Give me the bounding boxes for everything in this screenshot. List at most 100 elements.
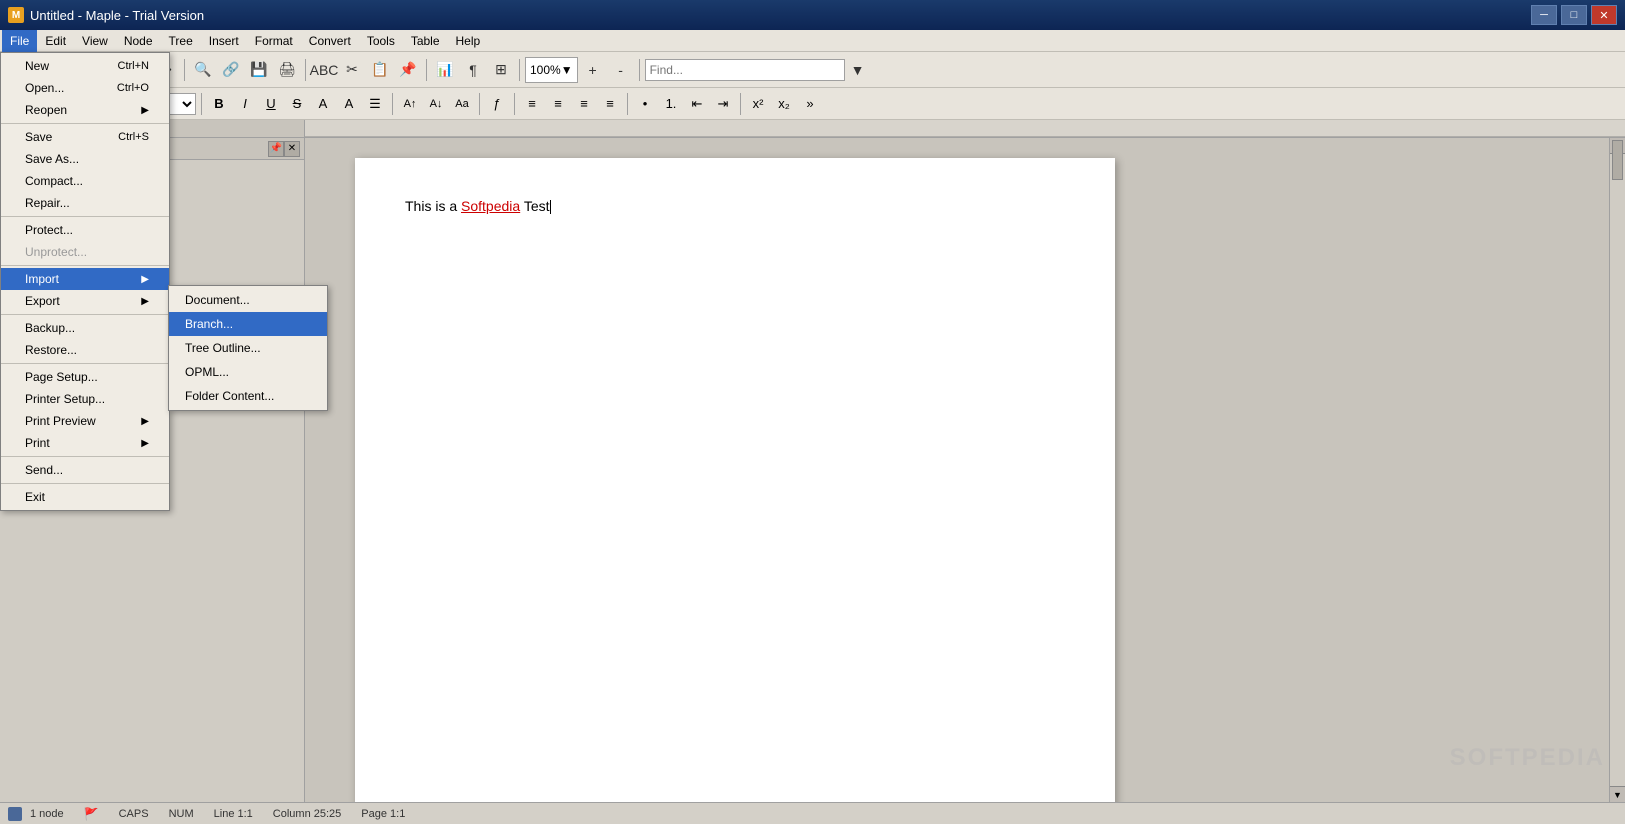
menu-print[interactable]: Print ▶ [1,432,169,454]
menu-format[interactable]: Format [247,30,301,52]
menu-new[interactable]: New Ctrl+N [1,55,169,77]
align-right-btn[interactable]: ≡ [572,92,596,116]
strikethrough-btn[interactable]: S [285,92,309,116]
menu-view[interactable]: View [74,30,116,52]
scrollbar-thumb[interactable] [1612,140,1623,180]
menu-tools[interactable]: Tools [359,30,403,52]
toolbar-table-btn[interactable]: ⊞ [488,57,514,83]
zoom-dropdown[interactable]: 100% ▼ [525,57,578,83]
bullet-list-btn[interactable]: • [633,92,657,116]
toolbar-view-btn[interactable]: 📊 [432,57,458,83]
font-grow-btn[interactable]: A↑ [398,92,422,116]
font-shrink-btn[interactable]: A↓ [424,92,448,116]
toolbar-spell-btn[interactable]: ABC [311,57,337,83]
subscript-btn[interactable]: x₂ [772,92,796,116]
editor-area[interactable]: ▲ ▼ This is a Softpedia Test SOFTPEDIA [305,138,1625,802]
scroll-down-btn[interactable]: ▼ [1610,786,1625,802]
align-justify-btn[interactable]: ≡ [598,92,622,116]
highlight-color-btn[interactable]: A [311,92,335,116]
import-tree-outline[interactable]: Tree Outline... [169,336,327,360]
menu-save[interactable]: Save Ctrl+S [1,126,169,148]
menu-open[interactable]: Open... Ctrl+O [1,77,169,99]
numbered-list-btn[interactable]: 1. [659,92,683,116]
menu-export[interactable]: Export ▶ [1,290,169,312]
menu-restore[interactable]: Restore... [1,339,169,361]
sep5 [519,59,520,81]
num-indicator: NUM [169,808,194,820]
import-document[interactable]: Document... [169,288,327,312]
find-input[interactable] [645,59,845,81]
menu-exit[interactable]: Exit [1,486,169,508]
panel-pin-btn[interactable]: 📌 [268,141,284,157]
menu-tree[interactable]: Tree [161,30,201,52]
flag-icon: 🚩 [84,807,99,821]
panel-close-btn[interactable]: ✕ [284,141,300,157]
page-indicator: Page 1:1 [361,808,405,820]
node-indicator [8,807,22,821]
menu-page-setup[interactable]: Page Setup... [1,366,169,388]
toolbar-paragraph-btn[interactable]: ¶ [460,57,486,83]
menu-file[interactable]: File [2,30,37,52]
toolbar-search-btn[interactable]: 🔍 [190,57,216,83]
toolbar-print-btn[interactable]: 🖨 [274,57,300,83]
menu-edit[interactable]: Edit [37,30,74,52]
outdent-btn[interactable]: ⇤ [685,92,709,116]
scrollbar-right[interactable]: ▲ ▼ [1609,138,1625,802]
toolbar-save-btn[interactable]: 💾 [246,57,272,83]
import-folder-content[interactable]: Folder Content... [169,384,327,408]
align-left-btn[interactable]: ≡ [520,92,544,116]
menu-unprotect[interactable]: Unprotect... [1,241,169,263]
menu-table[interactable]: Table [403,30,448,52]
menu-protect[interactable]: Protect... [1,219,169,241]
close-button[interactable]: ✕ [1591,5,1617,25]
underline-btn[interactable]: U [259,92,283,116]
menu-send[interactable]: Send... [1,459,169,481]
page-content[interactable]: This is a Softpedia Test [355,158,1115,254]
formula-btn[interactable]: ƒ [485,92,509,116]
menu-compact[interactable]: Compact... [1,170,169,192]
menu-node[interactable]: Node [116,30,161,52]
toolbar-copy-btn[interactable]: 📋 [367,57,393,83]
maximize-button[interactable]: □ [1561,5,1587,25]
toolbar-zoom-out-btn[interactable]: - [608,57,634,83]
indent-btn[interactable]: ⇥ [711,92,735,116]
toolbar-zoom-in-btn[interactable]: + [580,57,606,83]
minimize-button[interactable]: ─ [1531,5,1557,25]
sep-b [1,216,169,217]
bold-btn[interactable]: B [207,92,231,116]
menu-printer-setup[interactable]: Printer Setup... [1,388,169,410]
menu-save-as[interactable]: Save As... [1,148,169,170]
case-btn[interactable]: Aa [450,92,474,116]
text-cursor [550,200,551,214]
toolbar-cut-btn[interactable]: ✂ [339,57,365,83]
sep10 [514,93,515,115]
italic-btn[interactable]: I [233,92,257,116]
toolbar-link-btn[interactable]: 🔗 [218,57,244,83]
zoom-chevron: ▼ [561,63,573,77]
document-page: This is a Softpedia Test [355,158,1115,802]
menu-repair[interactable]: Repair... [1,192,169,214]
import-opml[interactable]: OPML... [169,360,327,384]
sep3 [305,59,306,81]
superscript-btn[interactable]: x² [746,92,770,116]
import-submenu-dropdown: Document... Branch... Tree Outline... OP… [168,285,328,411]
more-btn[interactable]: » [798,92,822,116]
find-options-btn[interactable]: ▼ [845,57,871,83]
style-btn[interactable]: ☰ [363,92,387,116]
align-center-btn[interactable]: ≡ [546,92,570,116]
text-before-softpedia: This is a [405,198,461,214]
menu-backup[interactable]: Backup... [1,317,169,339]
menu-convert[interactable]: Convert [301,30,359,52]
menu-reopen[interactable]: Reopen ▶ [1,99,169,121]
menu-insert[interactable]: Insert [201,30,247,52]
format-toolbar: 11 B I U S A A ☰ A↑ A↓ Aa ƒ ≡ ≡ ≡ ≡ • 1.… [0,88,1625,120]
font-color-btn[interactable]: A [337,92,361,116]
toolbar-paste-btn[interactable]: 📌 [395,57,421,83]
import-branch[interactable]: Branch... [169,312,327,336]
menu-help[interactable]: Help [448,30,489,52]
sep11 [627,93,628,115]
menu-print-preview[interactable]: Print Preview ▶ [1,410,169,432]
menu-import[interactable]: Import ▶ [1,268,169,290]
title-bar-left: M Untitled - Maple - Trial Version [8,7,204,23]
text-softpedia: Softpedia [461,198,520,214]
